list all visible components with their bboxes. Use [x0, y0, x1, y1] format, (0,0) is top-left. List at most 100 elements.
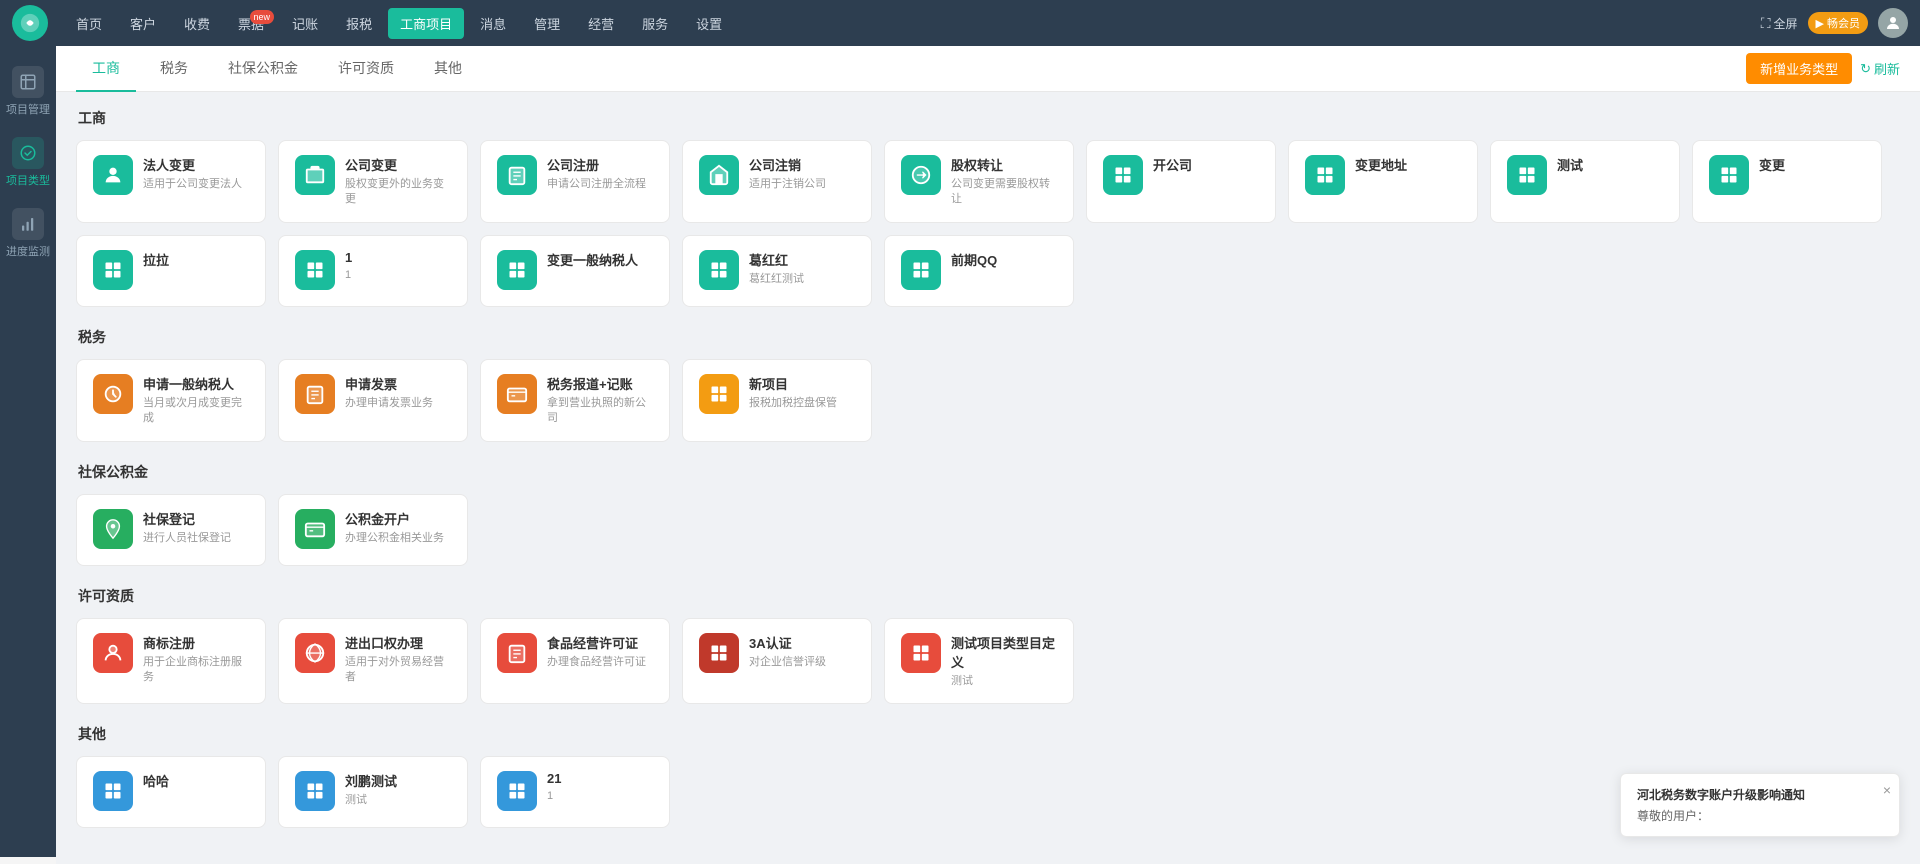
fullscreen-button[interactable]: ⛶ 全屏 — [1761, 15, 1798, 32]
vip-button[interactable]: ▶ 畅会员 — [1808, 12, 1868, 34]
section-tax: 税务 申请一般纳税人 当月或次月成变更完成 申请发 — [76, 327, 1900, 442]
notification-close-button[interactable]: × — [1883, 782, 1891, 798]
card-trademark[interactable]: 商标注册 用于企业商标注册服务 — [76, 618, 266, 704]
nav-client[interactable]: 客户 — [118, 8, 168, 39]
cert-3a-title: 3A认证 — [749, 633, 855, 652]
legal-change-title: 法人变更 — [143, 155, 249, 174]
trademark-icon — [93, 633, 133, 673]
card-tax-report[interactable]: 税务报道+记账 拿到营业执照的新公司 — [480, 359, 670, 442]
card-lala[interactable]: 拉拉 — [76, 235, 266, 307]
card-apply-invoice[interactable]: 申请发票 办理申请发票业务 — [278, 359, 468, 442]
card-cert-3a[interactable]: 3A认证 对企业信誉评级 — [682, 618, 872, 704]
card-test[interactable]: 测试 — [1490, 140, 1680, 223]
card-food-license[interactable]: 食品经营许可证 办理食品经营许可证 — [480, 618, 670, 704]
nav-accounting[interactable]: 记账 — [280, 8, 330, 39]
notification-popup: × 河北税务数字账户升级影响通知 尊敬的用户： — [1620, 773, 1900, 837]
change-tax-icon — [497, 250, 537, 290]
equity-transfer-title: 股权转让 — [951, 155, 1057, 174]
test-type-desc: 测试 — [951, 674, 1057, 689]
card-new-project[interactable]: 新项目 报税加税控盘保管 — [682, 359, 872, 442]
main-content: 工商 税务 社保公积金 许可资质 其他 新增业务类型 ↻ 刷新 工商 法 — [56, 46, 1920, 864]
tab-other[interactable]: 其他 — [418, 46, 478, 92]
card-company-change[interactable]: 公司变更 股权变更外的业务变更 — [278, 140, 468, 223]
card-company-cancel[interactable]: 公司注销 适用于注销公司 — [682, 140, 872, 223]
change-title: 变更 — [1759, 155, 1865, 174]
tax-report-icon — [497, 374, 537, 414]
sidebar-item-project-mgmt[interactable]: 项目管理 — [0, 56, 56, 127]
apply-invoice-icon — [295, 374, 335, 414]
social-register-icon — [93, 509, 133, 549]
progress-icon — [12, 208, 44, 240]
nav-industry[interactable]: 工商项目 — [388, 8, 464, 39]
card-num1[interactable]: 1 1 — [278, 235, 468, 307]
new-project-icon — [699, 374, 739, 414]
nav-settings[interactable]: 设置 — [684, 8, 734, 39]
tab-license[interactable]: 许可资质 — [322, 46, 410, 92]
card-apply-tax[interactable]: 申请一般纳税人 当月或次月成变更完成 — [76, 359, 266, 442]
card-change[interactable]: 变更 — [1692, 140, 1882, 223]
liupeng-test-desc: 测试 — [345, 793, 451, 808]
card-equity-transfer[interactable]: 股权转让 公司变更需要股权转让 — [884, 140, 1074, 223]
section-industry-title: 工商 — [76, 108, 1900, 128]
liupeng-test-title: 刘鹏测试 — [345, 771, 451, 790]
card-open-company[interactable]: 开公司 — [1086, 140, 1276, 223]
nav-operations[interactable]: 经营 — [576, 8, 626, 39]
card-social-register[interactable]: 社保登记 进行人员社保登记 — [76, 494, 266, 566]
open-company-title: 开公司 — [1153, 155, 1259, 174]
tab-social[interactable]: 社保公积金 — [212, 46, 314, 92]
nav-tickets[interactable]: 票据 new — [226, 8, 276, 39]
section-social-title: 社保公积金 — [76, 462, 1900, 482]
card-num21[interactable]: 21 1 — [480, 756, 670, 828]
change-tax-title: 变更一般纳税人 — [547, 250, 653, 269]
card-fund-account[interactable]: 公积金开户 办理公积金相关业务 — [278, 494, 468, 566]
tab-industry[interactable]: 工商 — [76, 46, 136, 92]
num21-icon — [497, 771, 537, 811]
front-qq-title: 前期QQ — [951, 250, 1057, 269]
nav-home[interactable]: 首页 — [64, 8, 114, 39]
card-import-export[interactable]: 进出口权办理 适用于对外贸易经营者 — [278, 618, 468, 704]
card-test-type[interactable]: 测试项目类型目定义 测试 — [884, 618, 1074, 704]
nav-billing[interactable]: 收费 — [172, 8, 222, 39]
legal-change-icon — [93, 155, 133, 195]
open-company-icon — [1103, 155, 1143, 195]
change-icon — [1709, 155, 1749, 195]
change-address-title: 变更地址 — [1355, 155, 1461, 174]
nav-items: 首页 客户 收费 票据 new 记账 报税 工商项目 消息 管理 经营 服务 设… — [64, 8, 1761, 39]
fund-account-title: 公积金开户 — [345, 509, 451, 528]
card-legal-change[interactable]: 法人变更 适用于公司变更法人 — [76, 140, 266, 223]
num1-icon — [295, 250, 335, 290]
sidebar-item-progress[interactable]: 进度监测 — [0, 198, 56, 269]
section-industry: 工商 法人变更 适用于公司变更法人 公司变更 — [76, 108, 1900, 307]
refresh-button[interactable]: ↻ 刷新 — [1860, 59, 1900, 78]
license-cards: 商标注册 用于企业商标注册服务 进出口权办理 适用于对外贸易经营者 — [76, 618, 1900, 704]
nav-manage[interactable]: 管理 — [522, 8, 572, 39]
card-change-tax[interactable]: 变更一般纳税人 — [480, 235, 670, 307]
sidebar-item-project-type[interactable]: 项目类型 — [0, 127, 56, 198]
equity-transfer-icon — [901, 155, 941, 195]
card-mohonghong[interactable]: 葛红红 葛红红测试 — [682, 235, 872, 307]
logo[interactable] — [12, 5, 48, 41]
num21-desc: 1 — [547, 789, 653, 804]
company-register-icon — [497, 155, 537, 195]
nav-message[interactable]: 消息 — [468, 8, 518, 39]
user-avatar[interactable] — [1878, 8, 1908, 38]
tab-tax[interactable]: 税务 — [144, 46, 204, 92]
card-liupeng-test[interactable]: 刘鹏测试 测试 — [278, 756, 468, 828]
card-change-address[interactable]: 变更地址 — [1288, 140, 1478, 223]
social-cards: 社保登记 进行人员社保登记 公积金开户 办理公积金相关业务 — [76, 494, 1900, 566]
card-haha[interactable]: 哈哈 — [76, 756, 266, 828]
new-type-button[interactable]: 新增业务类型 — [1746, 53, 1852, 84]
card-front-qq[interactable]: 前期QQ — [884, 235, 1074, 307]
nav-tax[interactable]: 报税 — [334, 8, 384, 39]
section-license: 许可资质 商标注册 用于企业商标注册服务 进出口权 — [76, 586, 1900, 704]
refresh-icon: ↻ — [1860, 61, 1871, 77]
haha-icon — [93, 771, 133, 811]
company-cancel-title: 公司注销 — [749, 155, 855, 174]
cert-3a-desc: 对企业信誉评级 — [749, 655, 855, 670]
company-change-icon — [295, 155, 335, 195]
apply-invoice-title: 申请发票 — [345, 374, 451, 393]
nav-service[interactable]: 服务 — [630, 8, 680, 39]
card-company-register[interactable]: 公司注册 申请公司注册全流程 — [480, 140, 670, 223]
mohonghong-title: 葛红红 — [749, 250, 855, 269]
lala-icon — [93, 250, 133, 290]
